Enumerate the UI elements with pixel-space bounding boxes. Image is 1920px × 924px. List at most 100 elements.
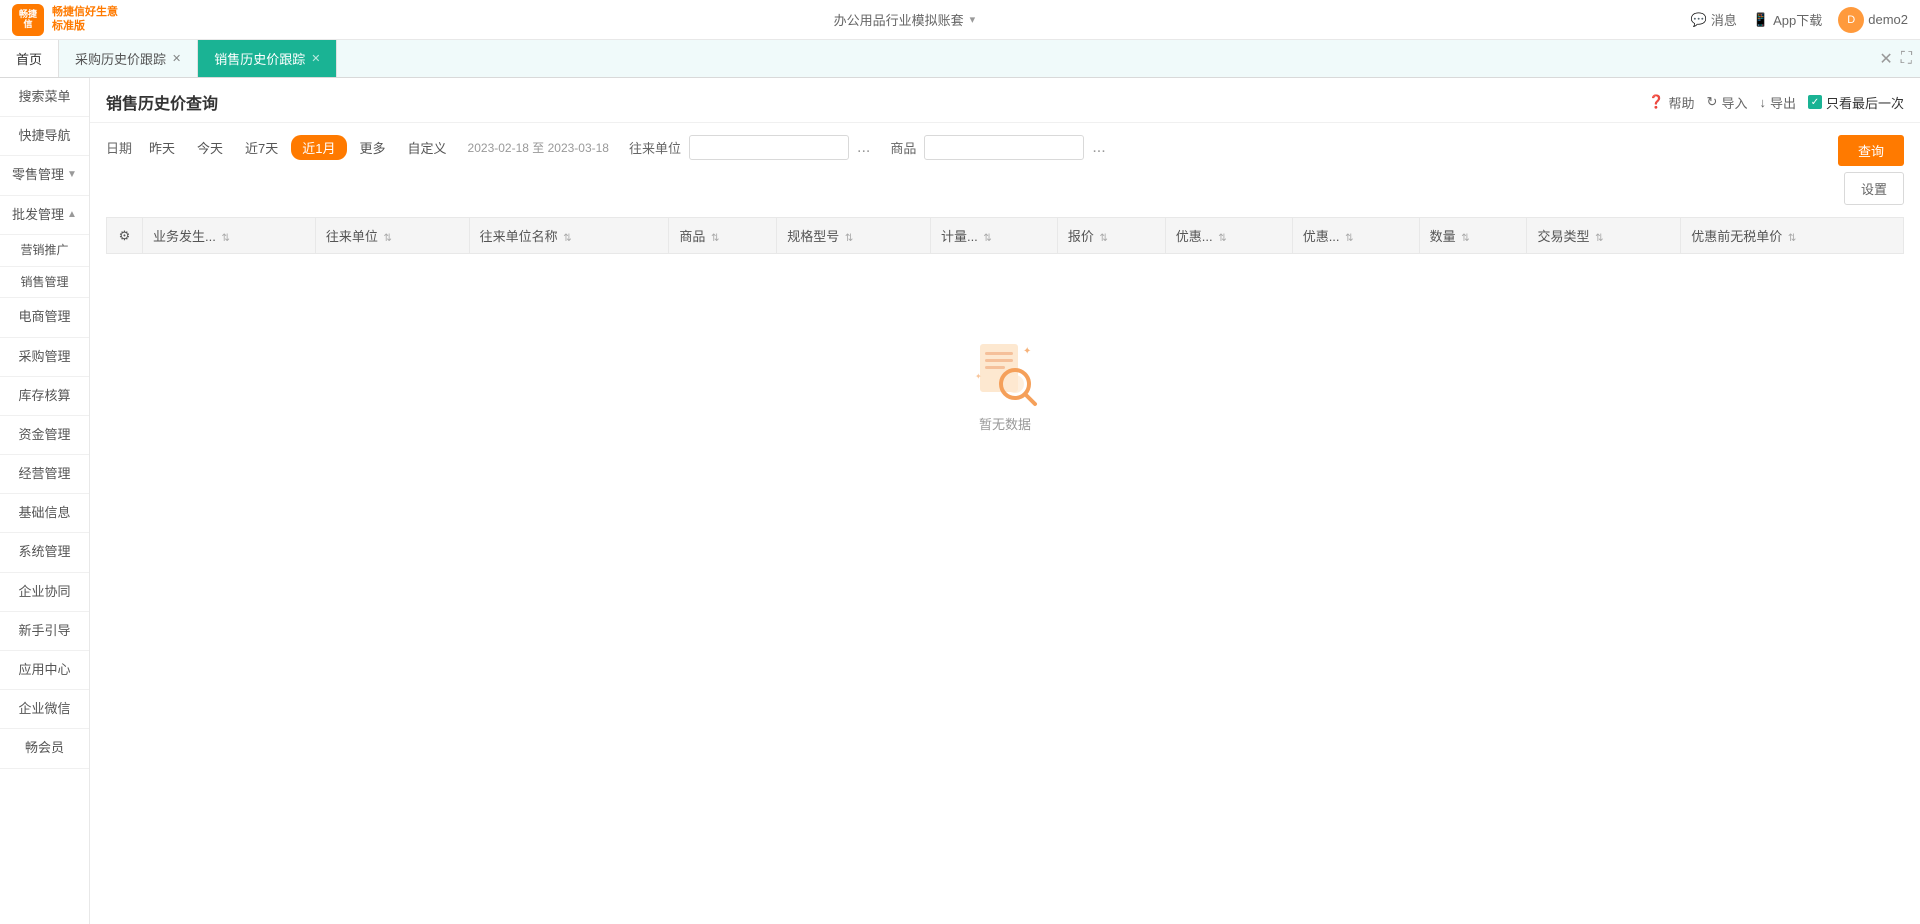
tab-purchase-history-close[interactable]: ✕ (172, 52, 181, 65)
wholesale-mgmt-arrow: ▲ (67, 208, 77, 222)
col-biz-date-sort-icon: ⇅ (221, 233, 229, 244)
table-container: ⚙ 业务发生... ⇅ 往来单位 ⇅ 往来单位名称 ⇅ (90, 217, 1920, 254)
col-product[interactable]: 商品 ⇅ (669, 218, 777, 254)
sidebar-item-system-mgmt[interactable]: 系统管理 (0, 533, 89, 572)
content-area: 销售历史价查询 ❓ 帮助 ↻ 导入 ↓ 导出 ✓ 只看最后一次 (90, 78, 1920, 924)
help-btn[interactable]: ❓ 帮助 (1648, 93, 1694, 112)
sidebar-item-business-mgmt[interactable]: 经营管理 (0, 455, 89, 494)
date-opt-today[interactable]: 今天 (188, 135, 232, 160)
sidebar-item-member[interactable]: 畅会员 (0, 729, 89, 768)
date-filter-group: 日期 昨天 今天 近7天 近1月 更多 自定义 2023-02-18 至 202… (106, 135, 609, 160)
phone-icon: 📱 (1753, 12, 1769, 28)
date-options: 昨天 今天 近7天 近1月 更多 自定义 (140, 135, 456, 160)
maximize-btn[interactable]: ⛶ (1901, 50, 1912, 68)
col-discount2[interactable]: 优惠... ⇅ (1292, 218, 1419, 254)
sidebar-item-marketing[interactable]: 营销推广 (0, 235, 89, 267)
col-price[interactable]: 报价 ⇅ (1057, 218, 1165, 254)
sidebar-item-new-guide[interactable]: 新手引导 (0, 612, 89, 651)
tabbar-actions: ✕ ⛶ (1871, 40, 1920, 77)
data-table: ⚙ 业务发生... ⇅ 往来单位 ⇅ 往来单位名称 ⇅ (106, 217, 1904, 254)
sidebar-item-search-menu[interactable]: 搜索菜单 (0, 78, 89, 117)
product-label: 商品 (890, 138, 916, 157)
filter-bar: 日期 昨天 今天 近7天 近1月 更多 自定义 2023-02-18 至 202… (90, 123, 1920, 217)
product-dots[interactable]: ... (1092, 139, 1105, 157)
last-one-checkbox-label[interactable]: ✓ 只看最后一次 (1808, 93, 1904, 112)
col-trade-type[interactable]: 交易类型 ⇅ (1527, 218, 1681, 254)
from-unit-dots[interactable]: ... (857, 139, 870, 157)
app-download-btn[interactable]: 📱 App下载 (1753, 10, 1822, 29)
tab-sales-history-close[interactable]: ✕ (311, 52, 320, 65)
col-biz-date[interactable]: 业务发生... ⇅ (143, 218, 316, 254)
tabbar: 首页 采购历史价跟踪 ✕ 销售历史价跟踪 ✕ ✕ ⛶ (0, 40, 1920, 78)
col-unit-sort-icon: ⇅ (983, 233, 991, 244)
product-filter-group: 商品 ... (890, 135, 1105, 160)
date-label: 日期 (106, 138, 132, 157)
svg-text:✦: ✦ (1023, 346, 1031, 357)
col-partner-name[interactable]: 往来单位名称 ⇅ (469, 218, 669, 254)
query-button[interactable]: 查询 (1838, 135, 1904, 166)
page-title: 销售历史价查询 (106, 90, 218, 114)
col-partner-name-sort-icon: ⇅ (563, 233, 571, 244)
sidebar-item-basic-info[interactable]: 基础信息 (0, 494, 89, 533)
sidebar: 搜索菜单 快捷导航 零售管理 ▼ 批发管理 ▲ 营销推广 销售管理 电商管理 采… (0, 78, 90, 924)
tab-sales-history[interactable]: 销售历史价跟踪 ✕ (198, 40, 337, 77)
col-settings[interactable]: ⚙ (107, 218, 143, 254)
topbar: 畅捷信 畅捷信好生意 标准版 办公用品行业模拟账套 ▾ 💬 消息 📱 App下载… (0, 0, 1920, 40)
sidebar-item-app-center[interactable]: 应用中心 (0, 651, 89, 690)
message-btn[interactable]: 💬 消息 (1691, 10, 1737, 29)
sidebar-item-sales-mgmt[interactable]: 销售管理 (0, 267, 89, 299)
export-btn[interactable]: ↓ 导出 (1759, 93, 1796, 112)
retail-mgmt-arrow: ▼ (67, 168, 77, 182)
col-price-sort-icon: ⇅ (1100, 233, 1108, 244)
message-icon: 💬 (1691, 12, 1707, 28)
settings-button[interactable]: 设置 (1844, 172, 1904, 205)
last-one-checkbox[interactable]: ✓ (1808, 95, 1822, 109)
col-partner-code-sort-icon: ⇅ (384, 233, 392, 244)
main-layout: 搜索菜单 快捷导航 零售管理 ▼ 批发管理 ▲ 营销推广 销售管理 电商管理 采… (0, 78, 1920, 924)
col-spec-sort-icon: ⇅ (845, 233, 853, 244)
col-spec[interactable]: 规格型号 ⇅ (777, 218, 931, 254)
col-partner-code[interactable]: 往来单位 ⇅ (315, 218, 469, 254)
col-discount1[interactable]: 优惠... ⇅ (1165, 218, 1292, 254)
date-opt-yesterday[interactable]: 昨天 (140, 135, 184, 160)
from-unit-input[interactable] (689, 135, 849, 160)
close-all-tabs-btn[interactable]: ✕ (1879, 49, 1892, 69)
date-opt-last7days[interactable]: 近7天 (236, 135, 287, 160)
svg-text:✦: ✦ (975, 372, 982, 381)
sidebar-item-wholesale-mgmt[interactable]: 批发管理 ▲ (0, 196, 89, 235)
tab-home[interactable]: 首页 (0, 40, 59, 77)
sidebar-item-finance-mgmt[interactable]: 资金管理 (0, 416, 89, 455)
date-opt-last1month[interactable]: 近1月 (291, 135, 346, 160)
col-pre-tax-price-sort-icon: ⇅ (1788, 233, 1796, 244)
import-btn[interactable]: ↻ 导入 (1707, 93, 1748, 112)
sidebar-item-ecommerce-mgmt[interactable]: 电商管理 (0, 298, 89, 337)
sidebar-item-quick-nav[interactable]: 快捷导航 (0, 117, 89, 156)
empty-state-text: 暂无数据 (979, 414, 1031, 433)
avatar: D (1838, 7, 1864, 33)
app-title-dropdown-icon[interactable]: ▾ (970, 13, 976, 26)
date-opt-custom[interactable]: 自定义 (399, 135, 456, 160)
topbar-center: 办公用品行业模拟账套 ▾ (834, 10, 976, 29)
col-pre-tax-price[interactable]: 优惠前无税单价 ⇅ (1681, 218, 1904, 254)
filter-right-actions: 查询 设置 (1838, 135, 1904, 205)
date-range-display: 2023-02-18 至 2023-03-18 (468, 139, 609, 156)
sidebar-item-inventory[interactable]: 库存核算 (0, 377, 89, 416)
header-actions: ❓ 帮助 ↻ 导入 ↓ 导出 ✓ 只看最后一次 (1648, 93, 1904, 112)
tab-purchase-history[interactable]: 采购历史价跟踪 ✕ (59, 40, 198, 77)
user-btn[interactable]: D demo2 (1838, 7, 1908, 33)
sidebar-item-enterprise-wechat[interactable]: 企业微信 (0, 690, 89, 729)
col-quantity[interactable]: 数量 ⇅ (1419, 218, 1527, 254)
col-discount1-sort-icon: ⇅ (1218, 233, 1226, 244)
date-opt-more[interactable]: 更多 (351, 135, 395, 160)
sidebar-item-purchase-mgmt[interactable]: 采购管理 (0, 338, 89, 377)
sidebar-item-retail-mgmt[interactable]: 零售管理 ▼ (0, 156, 89, 195)
app-title: 办公用品行业模拟账套 (834, 10, 964, 29)
export-icon: ↓ (1759, 95, 1766, 110)
page-header: 销售历史价查询 ❓ 帮助 ↻ 导入 ↓ 导出 ✓ 只看最后一次 (90, 78, 1920, 123)
product-input[interactable] (924, 135, 1084, 160)
table-header-row: ⚙ 业务发生... ⇅ 往来单位 ⇅ 往来单位名称 ⇅ (107, 218, 1904, 254)
col-unit[interactable]: 计量... ⇅ (930, 218, 1057, 254)
brand-name: 畅捷信好生意 标准版 (52, 6, 118, 32)
col-discount2-sort-icon: ⇅ (1345, 233, 1353, 244)
sidebar-item-enterprise-coop[interactable]: 企业协同 (0, 573, 89, 612)
